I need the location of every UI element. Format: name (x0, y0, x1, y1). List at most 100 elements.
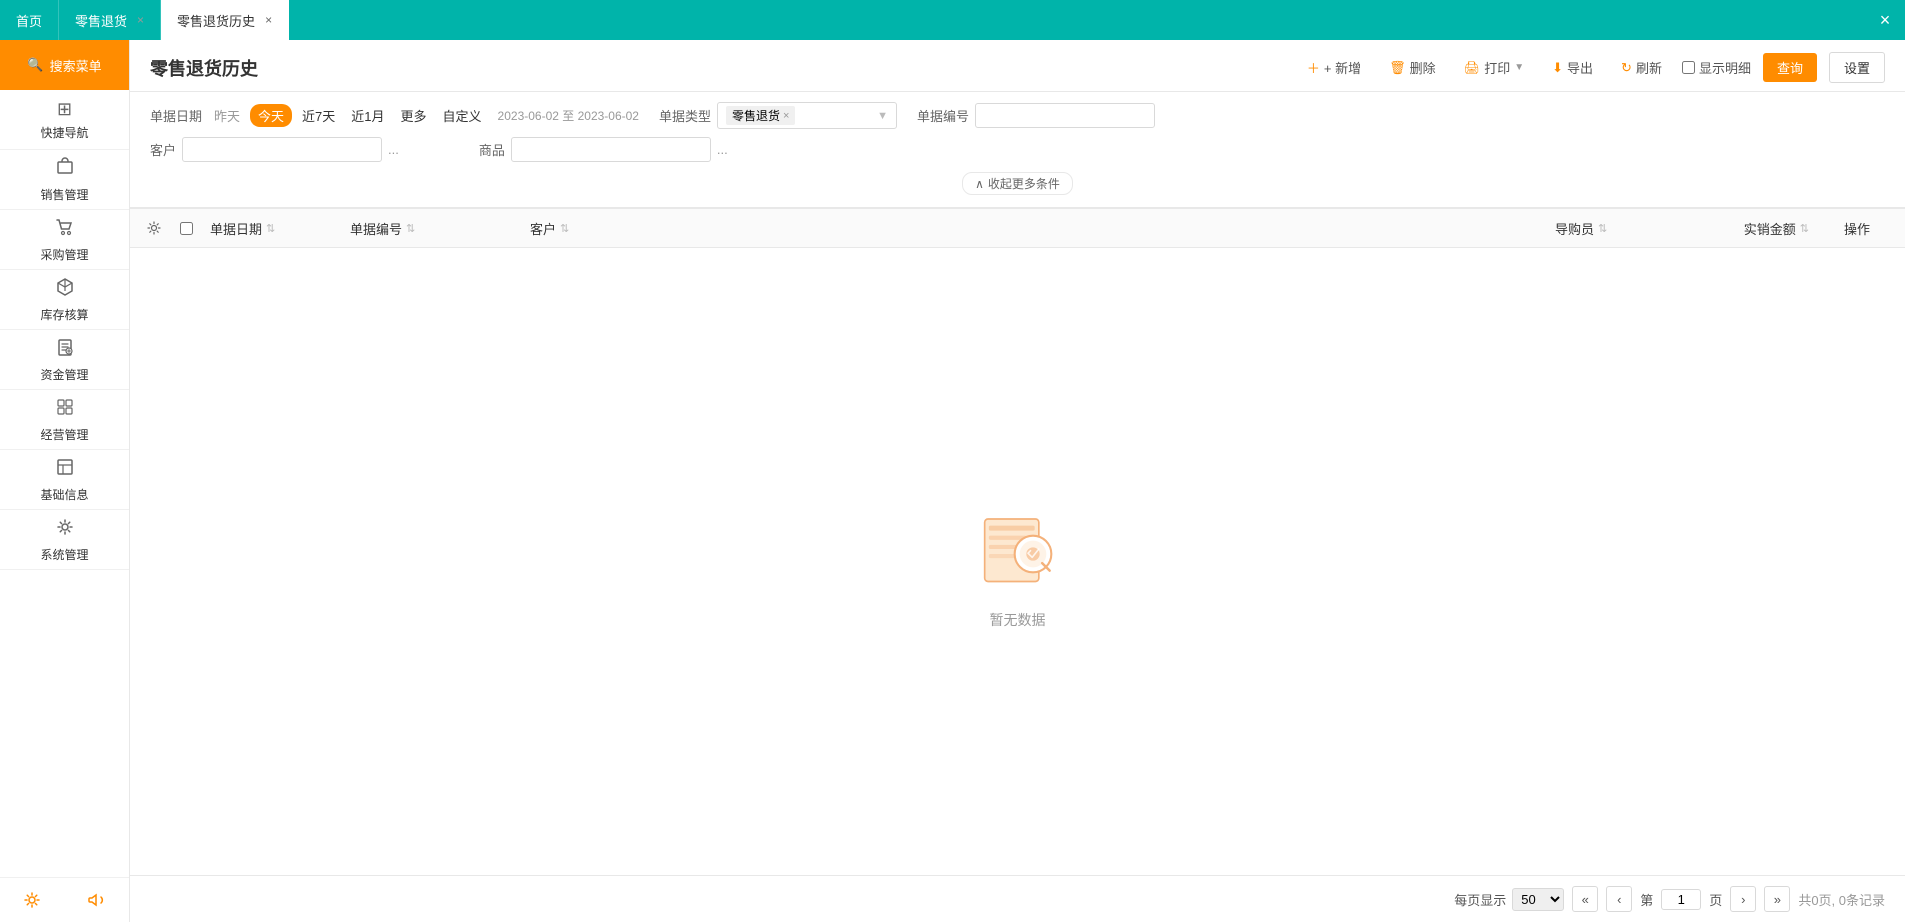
docno-filter-label: 单据编号 (917, 106, 969, 125)
sidebar-item-system[interactable]: 系统管理 (0, 510, 129, 570)
date-opt-more[interactable]: 更多 (395, 104, 433, 127)
customer-input[interactable] (182, 137, 382, 162)
th-amount[interactable]: 实销金额 ⇅ (1697, 219, 1817, 238)
customer-filter-label: 客户 (150, 140, 176, 159)
sidebar-item-finance[interactable]: 资金管理 (0, 330, 129, 390)
page-size-select[interactable]: 10 20 50 100 (1512, 888, 1564, 911)
page-label: 第 (1640, 890, 1653, 909)
refresh-button[interactable]: ↻ 刷新 (1613, 54, 1670, 81)
main-layout: 🔍 搜索菜单 ⊞ 快捷导航 销售管理 采购管理 库存核算 (0, 40, 1905, 922)
show-detail-input[interactable] (1682, 61, 1695, 74)
filter-customer: 客户 ... (150, 137, 399, 162)
select-all-input[interactable] (180, 222, 193, 235)
sidebar-gear-button[interactable] (0, 878, 65, 922)
export-label: 导出 (1567, 58, 1593, 77)
collapse-up-icon: ∧ (975, 177, 984, 191)
show-detail-checkbox[interactable]: 显示明细 (1682, 58, 1751, 77)
date-opt-yesterday[interactable]: 昨天 (208, 104, 246, 127)
page-title: 零售退货历史 (150, 55, 258, 81)
window-close-icon: × (1880, 10, 1891, 31)
table-settings-icon[interactable] (138, 220, 170, 236)
filter-goods: 商品 ... (479, 137, 728, 162)
doctype-tag-remove[interactable]: × (783, 110, 789, 122)
goods-input[interactable] (511, 137, 711, 162)
collapse-button[interactable]: ∧ 收起更多条件 (962, 172, 1073, 195)
tab-return-label: 零售退货 (75, 11, 127, 30)
th-date-sort-icon: ⇅ (266, 222, 275, 235)
th-date[interactable]: 单据日期 ⇅ (202, 219, 342, 238)
collapse-row: ∧ 收起更多条件 (150, 170, 1885, 197)
date-opt-7days[interactable]: 近7天 (296, 104, 341, 127)
next-page-button[interactable]: › (1730, 886, 1756, 912)
th-docno-sort-icon: ⇅ (406, 222, 415, 235)
tab-home-label: 首页 (16, 11, 42, 30)
print-icon: 🖨 (1464, 60, 1481, 76)
filter-row-1: 单据日期 昨天 今天 近7天 近1月 更多 自定义 2023-06-02 至 2… (150, 102, 1885, 129)
export-button[interactable]: ⬇ 导出 (1544, 54, 1601, 81)
refresh-label: 刷新 (1636, 58, 1662, 77)
print-label: 打印 (1484, 58, 1510, 77)
docno-input[interactable] (975, 103, 1155, 128)
filter-doctype: 单据类型 零售退货 × ▼ (659, 102, 897, 129)
doctype-select[interactable]: 零售退货 × ▼ (717, 102, 897, 129)
prev-page-button[interactable]: ‹ (1606, 886, 1632, 912)
goods-filter-label: 商品 (479, 140, 505, 159)
empty-state: 暂无数据 (130, 248, 1905, 875)
query-button[interactable]: 查询 (1763, 53, 1817, 82)
tab-return-history[interactable]: 零售退货历史 × (161, 0, 289, 40)
tab-home[interactable]: 首页 (0, 0, 59, 40)
table-area: 单据日期 ⇅ 单据编号 ⇅ 客户 ⇅ 导购员 ⇅ 实销金额 ⇅ (130, 208, 1905, 922)
filter-area: 单据日期 昨天 今天 近7天 近1月 更多 自定义 2023-06-02 至 2… (130, 92, 1905, 208)
filter-date: 单据日期 昨天 今天 近7天 近1月 更多 自定义 2023-06-02 至 2… (150, 104, 639, 127)
sidebar-item-purchase[interactable]: 采购管理 (0, 210, 129, 270)
tab-return[interactable]: 零售退货 × (59, 0, 161, 40)
sidebar-item-sales[interactable]: 销售管理 (0, 150, 129, 210)
th-guide-sort-icon: ⇅ (1598, 222, 1607, 235)
date-opt-today[interactable]: 今天 (250, 104, 292, 127)
tab-return-history-label: 零售退货历史 (177, 11, 255, 30)
new-label: + 新增 (1324, 58, 1361, 77)
setting-button[interactable]: 设置 (1829, 52, 1885, 83)
sidebar-search[interactable]: 🔍 搜索菜单 (0, 40, 129, 90)
table-header: 单据日期 ⇅ 单据编号 ⇅ 客户 ⇅ 导购员 ⇅ 实销金额 ⇅ (130, 208, 1905, 248)
date-filter-label: 单据日期 (150, 106, 202, 125)
th-guide-label: 导购员 (1555, 219, 1594, 238)
sidebar-item-quicknav[interactable]: ⊞ 快捷导航 (0, 90, 129, 150)
customer-ellipsis[interactable]: ... (388, 142, 399, 157)
tab-return-close[interactable]: × (137, 13, 144, 27)
th-date-label: 单据日期 (210, 219, 262, 238)
sales-icon (55, 157, 75, 182)
collapse-label: 收起更多条件 (988, 175, 1060, 192)
page-size-selector: 每页显示 10 20 50 100 (1454, 888, 1564, 911)
date-opt-1month[interactable]: 近1月 (345, 104, 390, 127)
page-unit: 页 (1709, 890, 1722, 909)
th-amount-label: 实销金额 (1744, 219, 1796, 238)
goods-ellipsis[interactable]: ... (717, 142, 728, 157)
tab-return-history-close[interactable]: × (265, 13, 272, 27)
sidebar-audio-button[interactable] (65, 878, 130, 922)
date-options: 昨天 今天 近7天 近1月 更多 自定义 (208, 104, 488, 127)
export-icon: ⬇ (1552, 60, 1563, 76)
sidebar-item-sales-label: 销售管理 (40, 186, 88, 203)
doctype-tag: 零售退货 × (726, 106, 795, 125)
page-number-input[interactable] (1661, 889, 1701, 910)
sidebar-item-operation[interactable]: 经营管理 (0, 390, 129, 450)
window-close-button[interactable]: × (1865, 0, 1905, 40)
delete-button[interactable]: 🗑 删除 (1381, 54, 1444, 81)
th-docno[interactable]: 单据编号 ⇅ (342, 219, 522, 238)
print-button[interactable]: 🖨 打印 ▼ (1456, 54, 1532, 81)
sidebar-item-basicinfo[interactable]: 基础信息 (0, 450, 129, 510)
th-operation-label: 操作 (1844, 219, 1870, 238)
th-guide[interactable]: 导购员 ⇅ (1547, 219, 1697, 238)
date-range-display: 2023-06-02 至 2023-06-02 (498, 107, 639, 124)
select-all-checkbox[interactable] (170, 222, 202, 235)
last-page-button[interactable]: » (1764, 886, 1790, 912)
sidebar-item-inventory[interactable]: 库存核算 (0, 270, 129, 330)
sidebar-item-basicinfo-label: 基础信息 (40, 486, 88, 503)
th-customer[interactable]: 客户 ⇅ (522, 219, 1547, 238)
filter-row-2: 客户 ... 商品 ... (150, 137, 1885, 162)
sidebar-search-label: 搜索菜单 (50, 56, 102, 75)
first-page-button[interactable]: « (1572, 886, 1598, 912)
date-opt-custom[interactable]: 自定义 (437, 104, 488, 127)
new-button[interactable]: ＋ + 新增 (1299, 54, 1369, 81)
